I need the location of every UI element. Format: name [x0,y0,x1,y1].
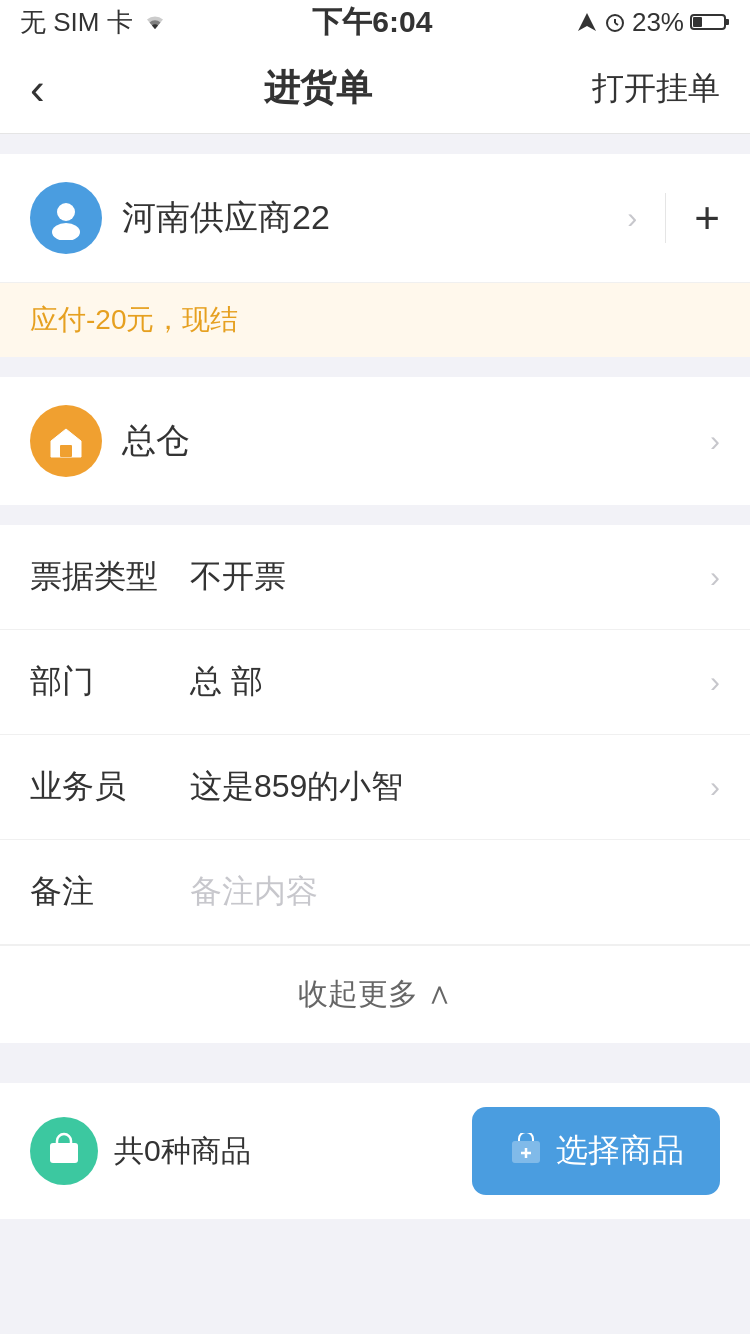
back-button[interactable]: ‹ [30,67,45,111]
department-value: 总 部 [190,660,710,704]
form-section: 票据类型 不开票 › 部门 总 部 › 业务员 这是859的小智 › 备注 备注… [0,525,750,1043]
select-product-icon [508,1133,544,1169]
warehouse-chevron-icon: › [710,424,720,458]
svg-rect-6 [693,17,702,27]
section-divider-4 [0,1043,750,1063]
add-supplier-button[interactable]: + [694,196,720,240]
status-left: 无 SIM 卡 [20,5,169,40]
svg-rect-9 [60,445,72,457]
alarm-icon [604,11,626,33]
select-product-label: 选择商品 [556,1129,684,1173]
product-count-left: 共0种商品 [30,1117,251,1185]
supplier-section: 河南供应商22 › + 应付-20元，现结 [0,154,750,357]
salesperson-chevron-icon: › [710,770,720,804]
battery-icon [690,12,730,32]
product-count-text: 共0种商品 [114,1131,251,1172]
wifi-icon [141,11,169,33]
salesperson-row[interactable]: 业务员 这是859的小智 › [0,735,750,840]
page-background [0,1219,750,1334]
salesperson-label: 业务员 [30,765,170,809]
warehouse-name: 总仓 [122,418,710,464]
battery-text: 23% [632,7,684,38]
collapse-row[interactable]: 收起更多 ∧ [0,945,750,1043]
signal-text: 无 SIM 卡 [20,5,133,40]
nav-bar: ‹ 进货单 打开挂单 [0,44,750,134]
department-row[interactable]: 部门 总 部 › [0,630,750,735]
select-product-button[interactable]: 选择商品 [472,1107,720,1195]
supplier-name: 河南供应商22 [122,195,627,241]
supplier-avatar-icon [44,196,88,240]
svg-line-3 [615,23,618,25]
remark-row[interactable]: 备注 备注内容 [0,840,750,945]
supplier-avatar [30,182,102,254]
svg-point-11 [57,1163,61,1167]
section-divider-3 [0,505,750,525]
svg-point-12 [69,1163,73,1167]
bottom-bar: 共0种商品 选择商品 [0,1083,750,1219]
remark-input[interactable]: 备注内容 [190,870,720,914]
notice-bar: 应付-20元，现结 [0,283,750,357]
location-icon [576,11,598,33]
cart-small-icon [44,1131,84,1171]
svg-point-8 [52,223,80,240]
warehouse-icon [30,405,102,477]
collapse-text: 收起更多 ∧ [298,974,451,1015]
svg-rect-10 [50,1143,78,1163]
warehouse-svg-icon [46,421,86,461]
salesperson-value: 这是859的小智 [190,765,710,809]
product-count-icon [30,1117,98,1185]
remark-label: 备注 [30,870,170,914]
svg-point-7 [57,203,75,221]
supplier-chevron-icon: › [627,201,637,235]
department-label: 部门 [30,660,170,704]
page-title: 进货单 [264,64,372,113]
warehouse-row[interactable]: 总仓 › [0,377,750,505]
warehouse-section: 总仓 › [0,377,750,505]
status-right: 23% [576,7,730,38]
invoice-type-row[interactable]: 票据类型 不开票 › [0,525,750,630]
status-time: 下午6:04 [312,2,432,43]
notice-text: 应付-20元，现结 [30,304,238,335]
department-chevron-icon: › [710,665,720,699]
supplier-divider [665,193,666,243]
open-pending-button[interactable]: 打开挂单 [592,67,720,111]
supplier-row[interactable]: 河南供应商22 › + [0,154,750,283]
invoice-type-value: 不开票 [190,555,710,599]
section-divider-1 [0,134,750,154]
invoice-type-label: 票据类型 [30,555,170,599]
invoice-type-chevron-icon: › [710,560,720,594]
svg-marker-0 [578,13,596,31]
svg-rect-5 [725,19,729,25]
section-divider-2 [0,357,750,377]
status-bar: 无 SIM 卡 下午6:04 23% [0,0,750,44]
